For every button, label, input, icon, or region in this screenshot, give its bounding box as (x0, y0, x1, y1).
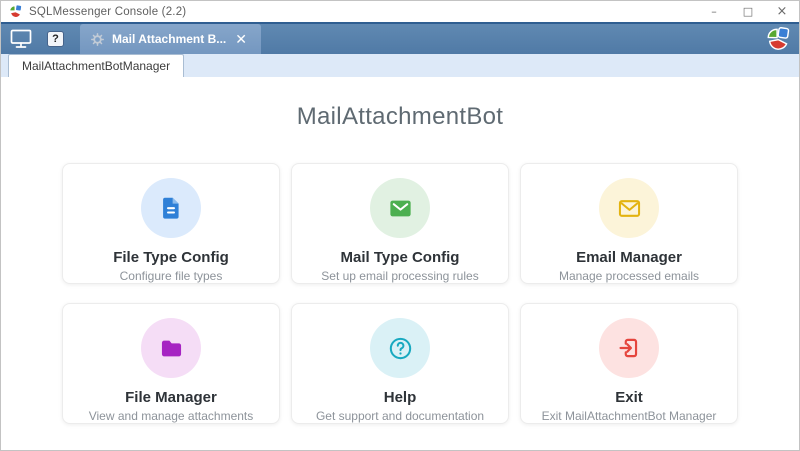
card-subtitle: Get support and documentation (315, 409, 485, 423)
window-title: SQLMessenger Console (2.2) (29, 5, 187, 18)
card-subtitle: Exit MailAttachmentBot Manager (541, 409, 717, 423)
document-tab-label: Mail Attachment B... (112, 32, 227, 46)
card-subtitle: Configure file types (119, 269, 223, 283)
icon-circle (141, 318, 201, 378)
help-button[interactable]: ? (47, 31, 64, 47)
card-title: Exit (615, 389, 643, 406)
icon-circle (599, 178, 659, 238)
mail-outline-icon (618, 199, 640, 217)
card-title: Help (383, 389, 417, 406)
main-content: MailAttachmentBot File Type Config Confi… (1, 78, 799, 450)
monitor-icon (10, 29, 32, 48)
card-subtitle: View and manage attachments (88, 409, 254, 423)
app-logo-icon (9, 4, 22, 18)
card-title: Email Manager (576, 249, 682, 266)
icon-circle (370, 178, 430, 238)
exit-icon (619, 338, 638, 358)
tab-mailattachmentbotmanager[interactable]: MailAttachmentBotManager (8, 54, 185, 77)
card-file-type-config[interactable]: File Type Config Configure file types (62, 163, 280, 284)
card-mail-type-config[interactable]: Mail Type Config Set up email processing… (291, 163, 509, 284)
subtab-bar: MailAttachmentBotManager (1, 54, 799, 78)
file-document-icon (163, 197, 179, 219)
card-file-manager[interactable]: File Manager View and manage attachments (62, 303, 280, 424)
document-tab-mail-attachment-bot[interactable]: Mail Attachment B... ✕ (80, 24, 261, 54)
toolbar: ? Mail Attachment B... ✕ (1, 22, 799, 54)
card-help[interactable]: Help Get support and documentation (291, 303, 509, 424)
titlebar: SQLMessenger Console (2.2) – □ × (1, 1, 799, 22)
help-circle-icon (389, 337, 411, 359)
page-title: MailAttachmentBot (296, 103, 504, 130)
close-window-button[interactable]: × (765, 1, 799, 22)
mail-solid-icon (389, 200, 411, 216)
icon-circle (141, 178, 201, 238)
card-title: Mail Type Config (340, 249, 460, 266)
card-subtitle: Manage processed emails (558, 269, 700, 283)
sqlmessenger-logo-icon (767, 27, 790, 50)
tab-close-icon[interactable]: ✕ (233, 30, 249, 48)
card-subtitle: Set up email processing rules (321, 269, 479, 283)
icon-circle (599, 318, 659, 378)
folder-icon (161, 340, 181, 356)
icon-circle (370, 318, 430, 378)
card-email-manager[interactable]: Email Manager Manage processed emails (520, 163, 738, 284)
console-button[interactable] (1, 24, 41, 54)
maximize-button[interactable]: □ (731, 1, 765, 22)
card-title: File Type Config (113, 249, 229, 266)
card-title: File Manager (125, 389, 217, 406)
app-window: SQLMessenger Console (2.2) – □ × ? Mail … (0, 0, 800, 451)
card-grid: File Type Config Configure file types Ma… (1, 163, 799, 424)
gear-icon (91, 32, 104, 46)
minimize-button[interactable]: – (697, 1, 731, 22)
card-exit[interactable]: Exit Exit MailAttachmentBot Manager (520, 303, 738, 424)
